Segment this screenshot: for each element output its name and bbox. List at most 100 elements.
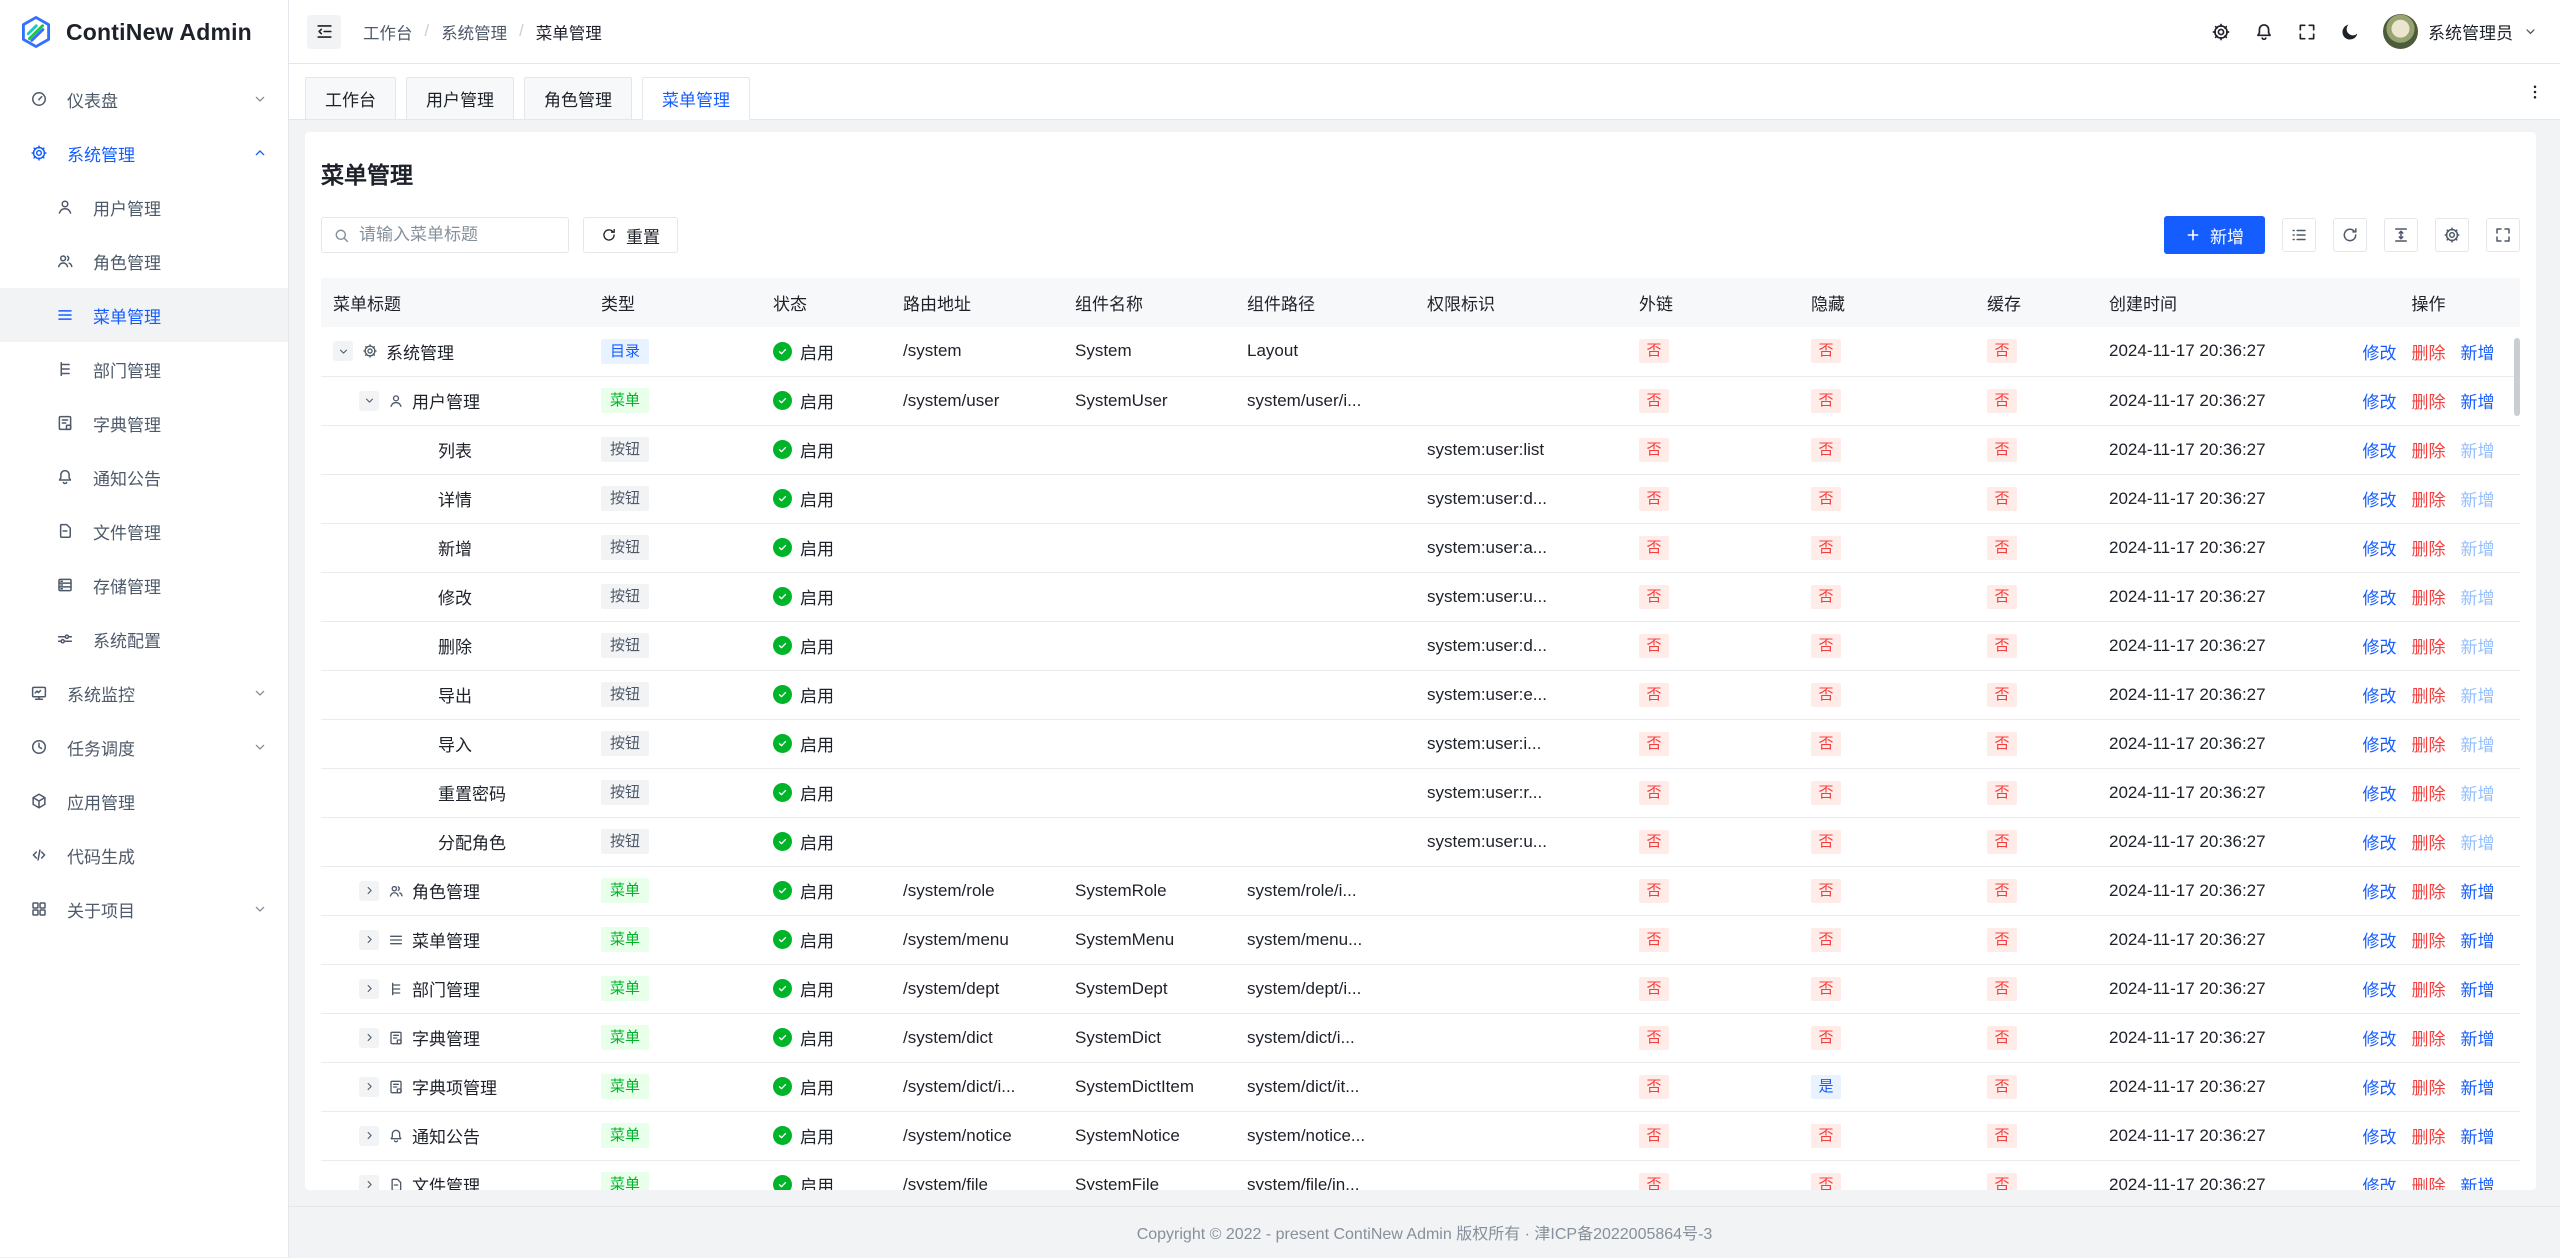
add-button[interactable]: 新增 bbox=[2164, 216, 2265, 254]
row-add-link[interactable]: 新增 bbox=[2461, 878, 2495, 903]
sidebar-item-dict-management[interactable]: 字典管理 bbox=[0, 396, 288, 450]
theme-button[interactable] bbox=[2340, 22, 2360, 42]
delete-link[interactable]: 删除 bbox=[2412, 829, 2446, 854]
tab-more-button[interactable] bbox=[2520, 77, 2550, 107]
edit-link[interactable]: 修改 bbox=[2363, 388, 2397, 413]
sidebar-item-dashboard[interactable]: 仪表盘 bbox=[0, 72, 288, 126]
table-scrollbar-thumb[interactable] bbox=[2514, 338, 2520, 416]
sidebar-item-menu-management[interactable]: 菜单管理 bbox=[0, 288, 288, 342]
expand-toggle[interactable] bbox=[359, 881, 379, 901]
sidebar-item-storage-management[interactable]: 存储管理 bbox=[0, 558, 288, 612]
table-fullscreen-button[interactable] bbox=[2486, 218, 2520, 252]
delete-link[interactable]: 删除 bbox=[2412, 878, 2446, 903]
fullscreen-button[interactable] bbox=[2297, 22, 2317, 42]
sidebar-item-app-management[interactable]: 应用管理 bbox=[0, 774, 288, 828]
cache-tag: 否 bbox=[1987, 1075, 2017, 1099]
expand-toggle[interactable] bbox=[359, 979, 379, 999]
sidebar-item-user-management[interactable]: 用户管理 bbox=[0, 180, 288, 234]
delete-link[interactable]: 删除 bbox=[2412, 437, 2446, 462]
delete-link[interactable]: 删除 bbox=[2412, 1123, 2446, 1148]
delete-link[interactable]: 删除 bbox=[2412, 388, 2446, 413]
sidebar-item-system-management[interactable]: 系统管理 bbox=[0, 126, 288, 180]
sidebar-item-task-schedule[interactable]: 任务调度 bbox=[0, 720, 288, 774]
row-add-link[interactable]: 新增 bbox=[2461, 388, 2495, 413]
tab-workbench[interactable]: 工作台 bbox=[305, 77, 396, 120]
expand-toggle[interactable] bbox=[359, 1028, 379, 1048]
row-add-link[interactable]: 新增 bbox=[2461, 339, 2495, 364]
sidebar-item-system-config[interactable]: 系统配置 bbox=[0, 612, 288, 666]
refresh-button[interactable] bbox=[2333, 218, 2367, 252]
row-add-link[interactable]: 新增 bbox=[2461, 1074, 2495, 1099]
delete-link[interactable]: 删除 bbox=[2412, 584, 2446, 609]
expand-toggle[interactable] bbox=[359, 1175, 379, 1191]
edit-link[interactable]: 修改 bbox=[2363, 682, 2397, 707]
expand-toggle[interactable] bbox=[359, 1126, 379, 1146]
delete-link[interactable]: 删除 bbox=[2412, 1172, 2446, 1190]
row-height-button[interactable] bbox=[2384, 218, 2418, 252]
edit-link[interactable]: 修改 bbox=[2363, 878, 2397, 903]
tab-user-management[interactable]: 用户管理 bbox=[406, 77, 514, 120]
row-add-link[interactable]: 新增 bbox=[2461, 927, 2495, 952]
tab-role-management[interactable]: 角色管理 bbox=[524, 77, 632, 120]
sidebar-item-code-generation[interactable]: 代码生成 bbox=[0, 828, 288, 882]
edit-link[interactable]: 修改 bbox=[2363, 437, 2397, 462]
expand-toggle[interactable] bbox=[359, 1077, 379, 1097]
column-settings-button[interactable] bbox=[2435, 218, 2469, 252]
edit-link[interactable]: 修改 bbox=[2363, 927, 2397, 952]
sidebar-collapse-button[interactable] bbox=[307, 15, 341, 49]
breadcrumb-item[interactable]: 工作台 bbox=[363, 20, 413, 44]
delete-link[interactable]: 删除 bbox=[2412, 633, 2446, 658]
delete-link[interactable]: 删除 bbox=[2412, 1025, 2446, 1050]
edit-link[interactable]: 修改 bbox=[2363, 535, 2397, 560]
edit-link[interactable]: 修改 bbox=[2363, 829, 2397, 854]
icon-placeholder bbox=[413, 490, 430, 507]
edit-link[interactable]: 修改 bbox=[2363, 1123, 2397, 1148]
type-badge: 按钮 bbox=[601, 829, 649, 854]
delete-link[interactable]: 删除 bbox=[2412, 486, 2446, 511]
sidebar-item-role-management[interactable]: 角色管理 bbox=[0, 234, 288, 288]
edit-link[interactable]: 修改 bbox=[2363, 339, 2397, 364]
edit-link[interactable]: 修改 bbox=[2363, 976, 2397, 1001]
status-label: 启用 bbox=[800, 780, 834, 805]
row-add-link[interactable]: 新增 bbox=[2461, 1172, 2495, 1190]
sidebar-item-system-monitor[interactable]: 系统监控 bbox=[0, 666, 288, 720]
delete-link[interactable]: 删除 bbox=[2412, 976, 2446, 1001]
app-title: ContiNew Admin bbox=[66, 19, 252, 46]
row-add-link[interactable]: 新增 bbox=[2461, 1025, 2495, 1050]
edit-link[interactable]: 修改 bbox=[2363, 486, 2397, 511]
reset-button[interactable]: 重置 bbox=[583, 217, 678, 253]
edit-link[interactable]: 修改 bbox=[2363, 1025, 2397, 1050]
search-input[interactable] bbox=[359, 225, 557, 245]
edit-link[interactable]: 修改 bbox=[2363, 633, 2397, 658]
delete-link[interactable]: 删除 bbox=[2412, 927, 2446, 952]
delete-link[interactable]: 删除 bbox=[2412, 1074, 2446, 1099]
delete-link[interactable]: 删除 bbox=[2412, 535, 2446, 560]
expand-toggle[interactable] bbox=[333, 341, 353, 361]
sidebar-item-label: 用户管理 bbox=[93, 195, 161, 220]
permission-code: system:user:a... bbox=[1415, 523, 1627, 572]
settings-button[interactable] bbox=[2211, 22, 2231, 42]
edit-link[interactable]: 修改 bbox=[2363, 731, 2397, 756]
notification-button[interactable] bbox=[2254, 22, 2274, 42]
delete-link[interactable]: 删除 bbox=[2412, 780, 2446, 805]
row-add-link[interactable]: 新增 bbox=[2461, 976, 2495, 1001]
delete-link[interactable]: 删除 bbox=[2412, 731, 2446, 756]
tab-menu-management[interactable]: 菜单管理 bbox=[642, 77, 750, 120]
edit-link[interactable]: 修改 bbox=[2363, 584, 2397, 609]
delete-link[interactable]: 删除 bbox=[2412, 682, 2446, 707]
sidebar-item-file-management[interactable]: 文件管理 bbox=[0, 504, 288, 558]
edit-link[interactable]: 修改 bbox=[2363, 780, 2397, 805]
expand-toggle[interactable] bbox=[359, 930, 379, 950]
row-add-link[interactable]: 新增 bbox=[2461, 1123, 2495, 1148]
list-view-button[interactable] bbox=[2282, 218, 2316, 252]
sidebar-item-about-project[interactable]: 关于项目 bbox=[0, 882, 288, 936]
expand-toggle[interactable] bbox=[359, 391, 379, 411]
breadcrumb-item[interactable]: 系统管理 bbox=[441, 20, 507, 44]
delete-link[interactable]: 删除 bbox=[2412, 339, 2446, 364]
permission-code bbox=[1415, 327, 1627, 376]
sidebar-item-dept-management[interactable]: 部门管理 bbox=[0, 342, 288, 396]
edit-link[interactable]: 修改 bbox=[2363, 1074, 2397, 1099]
edit-link[interactable]: 修改 bbox=[2363, 1172, 2397, 1190]
sidebar-item-notice[interactable]: 通知公告 bbox=[0, 450, 288, 504]
user-menu[interactable]: 系统管理员 bbox=[2383, 14, 2538, 49]
